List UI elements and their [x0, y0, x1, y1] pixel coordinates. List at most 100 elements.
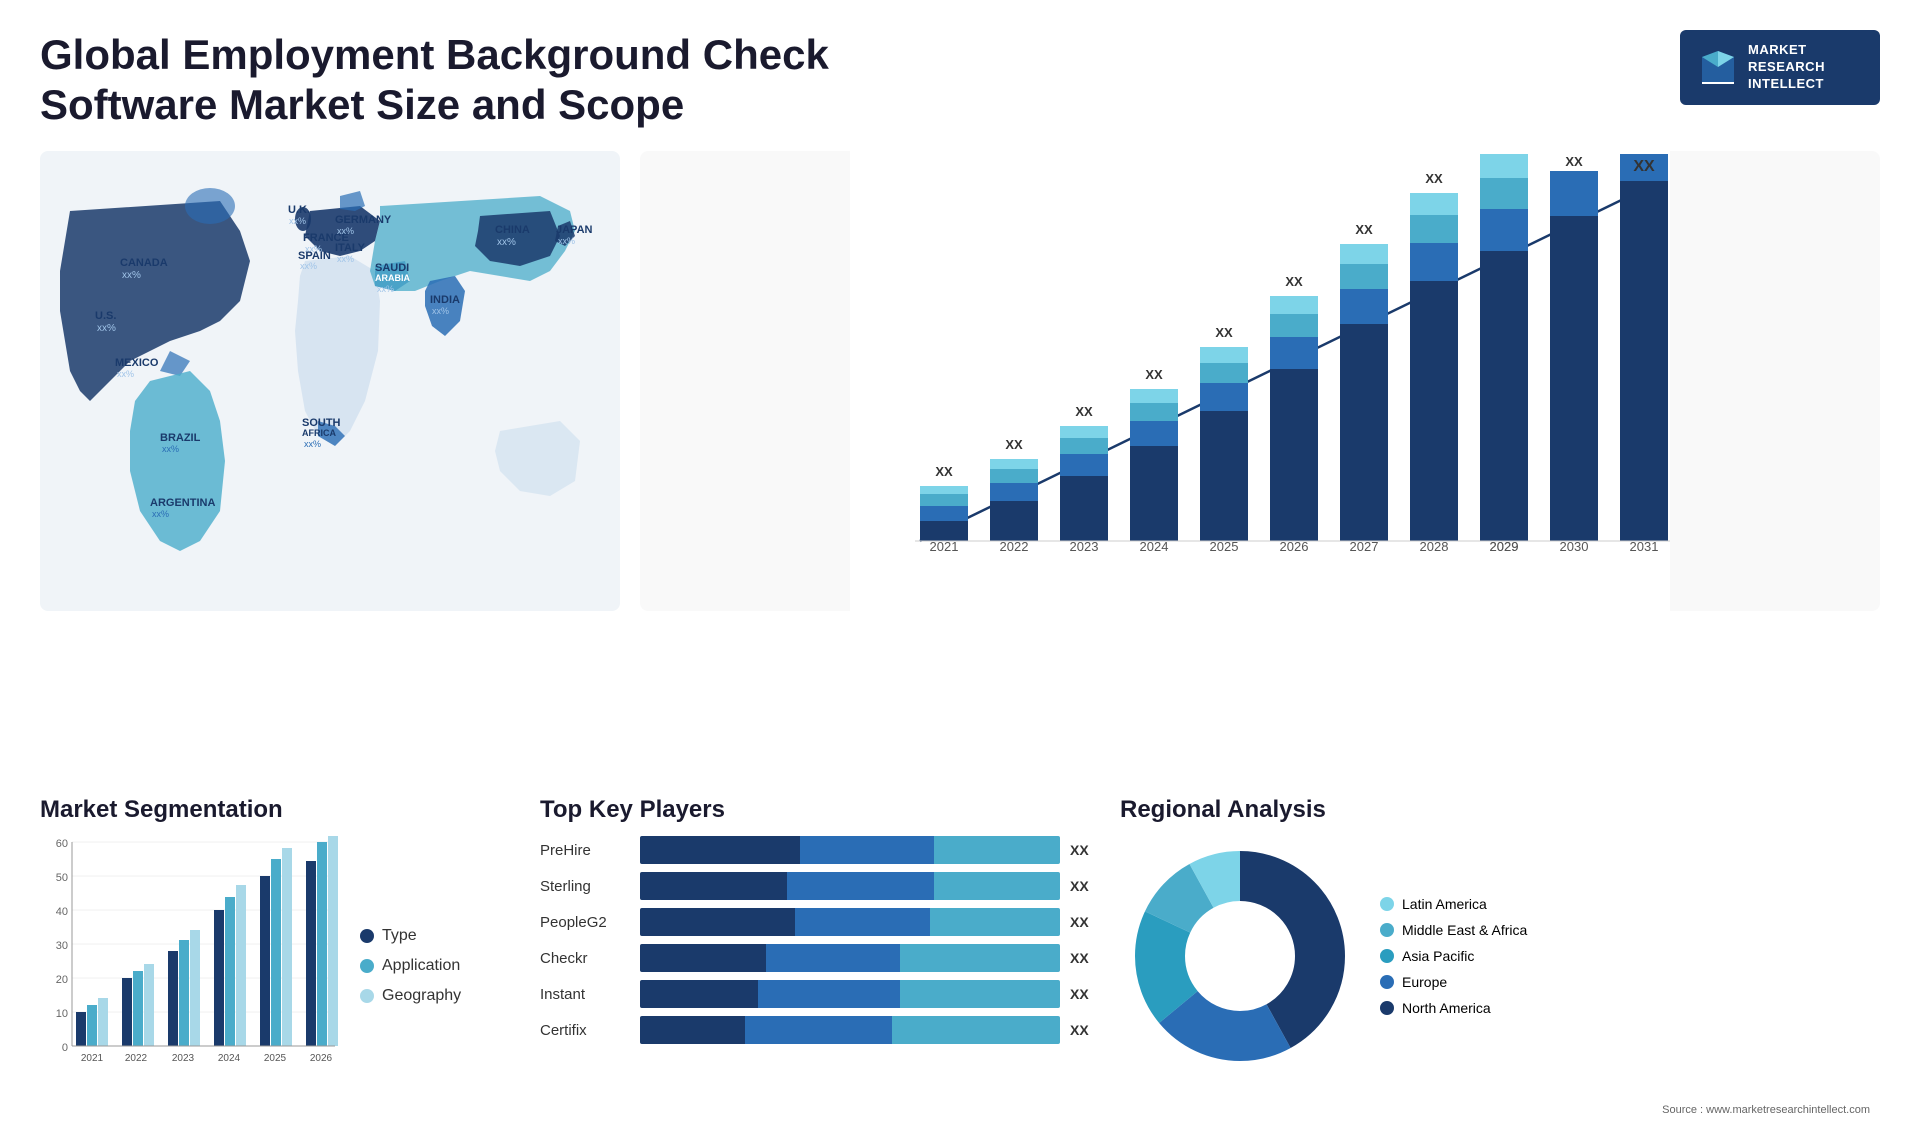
segmentation-section: Market Segmentation 0 10 20 30 40 50 60	[40, 796, 520, 1116]
legend-type-label: Type	[382, 927, 417, 945]
svg-text:XX: XX	[1215, 325, 1233, 340]
legend-type-dot	[360, 929, 374, 943]
table-row: PeopleG2 XX	[540, 908, 1100, 936]
svg-text:XX: XX	[1145, 367, 1163, 382]
svg-text:XX: XX	[1355, 222, 1373, 237]
header: Global Employment Background Check Softw…	[40, 30, 1880, 131]
bar-seg2	[787, 872, 934, 900]
regional-title: Regional Analysis	[1120, 796, 1880, 824]
bar-seg2	[800, 836, 934, 864]
svg-text:CANADA: CANADA	[120, 257, 168, 269]
mea-dot	[1380, 923, 1394, 937]
bar-seg2	[766, 944, 900, 972]
bar-seg3	[934, 836, 1060, 864]
players-section: Top Key Players PreHire XX Sterling	[540, 796, 1100, 1116]
svg-text:xx%: xx%	[97, 323, 116, 334]
bar-seg1	[640, 908, 795, 936]
list-item: Asia Pacific	[1380, 948, 1527, 964]
svg-text:XX: XX	[1075, 404, 1093, 419]
player-bar	[640, 908, 1060, 936]
list-item: Latin America	[1380, 896, 1527, 912]
seg-bar-chart: 0 10 20 30 40 50 60	[40, 836, 340, 1076]
latin-america-dot	[1380, 897, 1394, 911]
svg-text:30: 30	[56, 940, 68, 952]
bar-seg3	[900, 980, 1060, 1008]
bar-seg1	[640, 980, 758, 1008]
svg-text:2026: 2026	[310, 1053, 333, 1064]
regional-wrapper: Latin America Middle East & Africa Asia …	[1120, 836, 1880, 1076]
svg-text:xx%: xx%	[497, 237, 516, 248]
player-name: Certifix	[540, 1022, 630, 1039]
regional-legend: Latin America Middle East & Africa Asia …	[1380, 896, 1527, 1016]
svg-text:ITALY: ITALY	[335, 242, 366, 254]
list-item: North America	[1380, 1000, 1527, 1016]
page-container: Global Employment Background Check Softw…	[0, 0, 1920, 1146]
svg-text:XX: XX	[1425, 171, 1443, 186]
svg-text:INDIA: INDIA	[430, 294, 460, 306]
svg-text:xx%: xx%	[122, 270, 141, 281]
table-row: PreHire XX	[540, 836, 1100, 864]
mea-label: Middle East & Africa	[1402, 922, 1527, 938]
player-name: Sterling	[540, 878, 630, 895]
logo-text: MARKET RESEARCH INTELLECT	[1748, 42, 1825, 93]
svg-text:BRAZIL: BRAZIL	[160, 432, 201, 444]
svg-text:0: 0	[62, 1042, 68, 1054]
bar-seg1	[640, 1016, 745, 1044]
legend-application-dot	[360, 959, 374, 973]
svg-text:xx%: xx%	[152, 509, 169, 519]
north-america-label: North America	[1402, 1000, 1491, 1016]
svg-text:JAPAN: JAPAN	[556, 224, 593, 236]
svg-text:xx%: xx%	[337, 226, 354, 236]
north-america-dot	[1380, 1001, 1394, 1015]
list-item: Middle East & Africa	[1380, 922, 1527, 938]
svg-text:2021: 2021	[81, 1053, 104, 1064]
svg-text:ARGENTINA: ARGENTINA	[150, 497, 215, 509]
legend-geography-dot	[360, 989, 374, 1003]
asia-pacific-dot	[1380, 949, 1394, 963]
logo-icon	[1698, 47, 1738, 87]
player-name: PeopleG2	[540, 914, 630, 931]
player-name: Instant	[540, 986, 630, 1003]
svg-text:XX: XX	[1495, 151, 1513, 154]
player-value: XX	[1070, 878, 1100, 894]
seg-legend: Type Application Geography	[360, 836, 500, 1096]
legend-application: Application	[360, 957, 500, 975]
bar-chart-svg: XX 2021 XX 2022 XX 2023	[640, 151, 1880, 611]
svg-text:xx%: xx%	[432, 306, 449, 316]
table-row: Certifix XX	[540, 1016, 1100, 1044]
svg-text:XX: XX	[935, 464, 953, 479]
bar-seg2	[758, 980, 901, 1008]
players-title: Top Key Players	[540, 796, 1100, 824]
source-text: Source : www.marketresearchintellect.com	[1662, 1104, 1870, 1116]
player-bar	[640, 872, 1060, 900]
players-list: PreHire XX Sterling	[540, 836, 1100, 1044]
svg-text:60: 60	[56, 838, 68, 850]
svg-text:U.K.: U.K.	[288, 204, 310, 216]
svg-text:xx%: xx%	[289, 216, 306, 226]
legend-geography: Geography	[360, 987, 500, 1005]
donut-chart	[1120, 836, 1360, 1076]
list-item: Europe	[1380, 974, 1527, 990]
regional-section: Regional Analysis	[1120, 796, 1880, 1116]
legend-geography-label: Geography	[382, 987, 461, 1005]
page-title: Global Employment Background Check Softw…	[40, 30, 840, 131]
svg-text:XX: XX	[1285, 274, 1303, 289]
bar-chart-section: XX 2021 XX 2022 XX 2023	[640, 151, 1880, 776]
bar-seg3	[934, 872, 1060, 900]
svg-text:xx%: xx%	[558, 236, 575, 246]
player-value: XX	[1070, 842, 1100, 858]
map-wrapper: CANADA xx% U.S. xx% MEXICO xx% BRAZIL xx…	[40, 151, 620, 611]
asia-pacific-label: Asia Pacific	[1402, 948, 1474, 964]
player-value: XX	[1070, 1022, 1100, 1038]
player-name: Checkr	[540, 950, 630, 967]
bar-seg1	[640, 872, 787, 900]
player-bar	[640, 836, 1060, 864]
player-value: XX	[1070, 914, 1100, 930]
svg-text:xx%: xx%	[162, 444, 179, 454]
map-section: CANADA xx% U.S. xx% MEXICO xx% BRAZIL xx…	[40, 151, 620, 776]
table-row: Checkr XX	[540, 944, 1100, 972]
bar-seg3	[900, 944, 1060, 972]
bar-seg2	[795, 908, 929, 936]
svg-text:xx%: xx%	[117, 369, 134, 379]
bar-chart-wrapper: XX 2021 XX 2022 XX 2023	[640, 151, 1880, 611]
